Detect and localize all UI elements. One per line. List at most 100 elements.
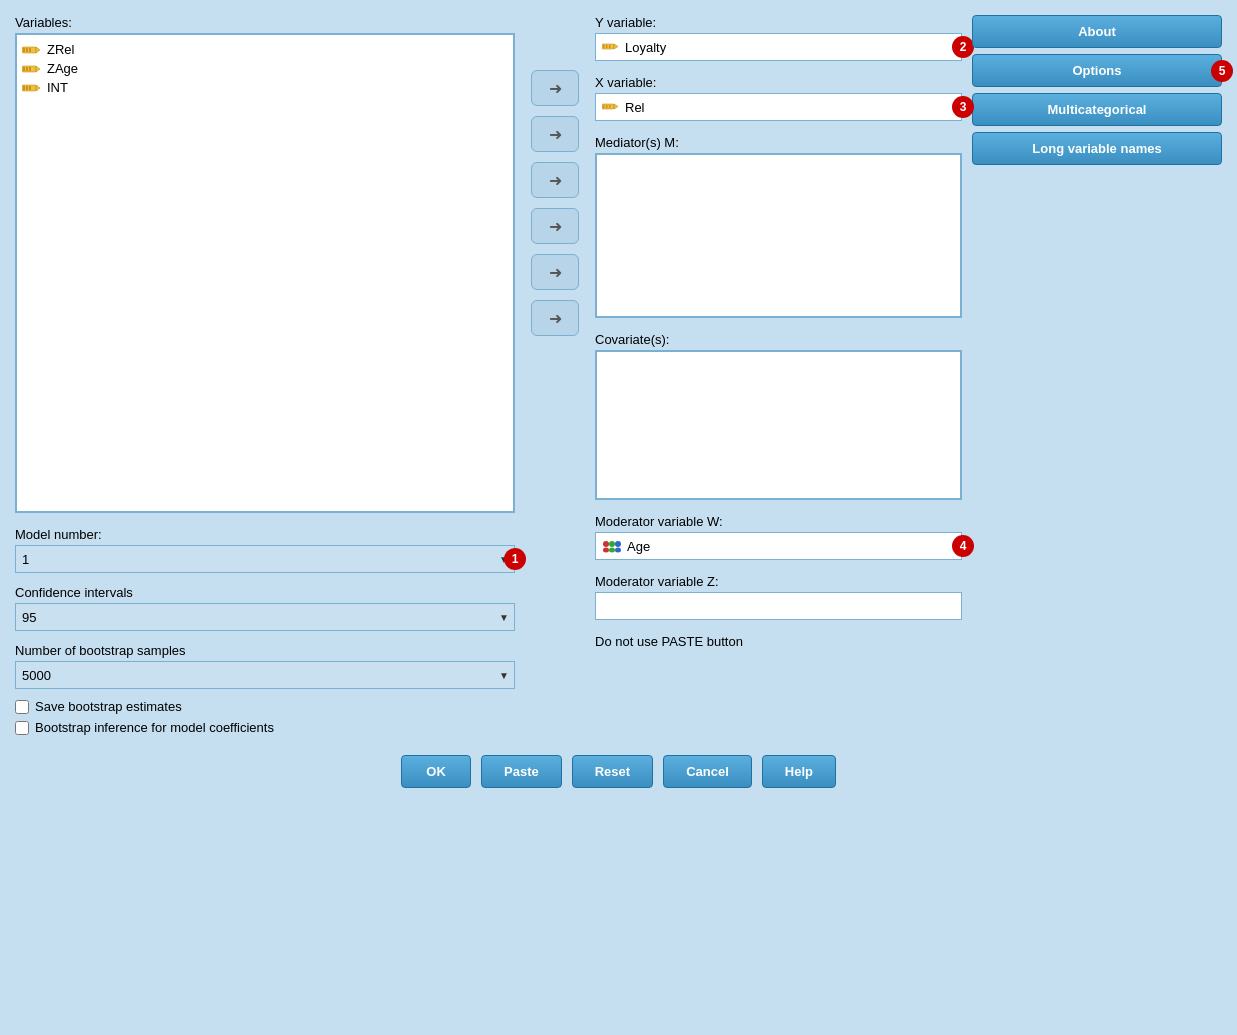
moderator-z-section: Moderator variable Z: xyxy=(595,574,962,620)
svg-rect-8 xyxy=(29,67,31,71)
svg-marker-24 xyxy=(614,104,618,109)
model-badge: 1 xyxy=(504,548,526,570)
bootstrap-inference-label: Bootstrap inference for model coefficien… xyxy=(35,720,274,735)
arrow-right-icon: ➜ xyxy=(549,125,562,144)
svg-point-28 xyxy=(609,548,615,553)
pencil-ruler-icon xyxy=(22,81,42,95)
svg-rect-3 xyxy=(29,48,31,52)
paste-note: Do not use PASTE button xyxy=(595,634,962,649)
arrow-m-button[interactable]: ➜ xyxy=(531,162,579,198)
moderator-w-section: Moderator variable W: Age xyxy=(595,514,962,560)
bootstrap-inference-row: Bootstrap inference for model coefficien… xyxy=(15,720,515,735)
moderator-w-field: Age xyxy=(595,532,962,560)
model-number-select[interactable]: 1234 5678 xyxy=(15,545,515,573)
about-button[interactable]: About xyxy=(972,15,1222,48)
svg-rect-18 xyxy=(609,45,611,48)
arrow-right-icon: ➜ xyxy=(549,263,562,282)
multicategorical-button[interactable]: Multicategorical xyxy=(972,93,1222,126)
mediator-label: Mediator(s) M: xyxy=(595,135,962,150)
far-right-panel: About Options 5 Multicategorical Long va… xyxy=(972,15,1222,735)
options-button[interactable]: Options xyxy=(972,54,1222,87)
variable-name: ZAge xyxy=(47,61,78,76)
svg-rect-17 xyxy=(606,45,608,48)
svg-rect-23 xyxy=(609,105,611,108)
arrow-right-icon: ➜ xyxy=(549,217,562,236)
svg-rect-16 xyxy=(603,45,605,48)
svg-rect-7 xyxy=(26,67,28,71)
covariate-listbox[interactable] xyxy=(595,350,962,500)
long-variable-names-button[interactable]: Long variable names xyxy=(972,132,1222,165)
left-panel: Variables: ZRel xyxy=(15,15,515,735)
arrow-z-button[interactable]: ➜ xyxy=(531,300,579,336)
covariate-section: Covariate(s): xyxy=(595,332,962,500)
svg-marker-14 xyxy=(36,85,40,91)
x-variable-section: X variable: Rel 3 xyxy=(595,75,962,121)
center-arrows-panel: ➜ ➜ ➜ ➜ ➜ ➜ xyxy=(525,15,585,735)
people-icon xyxy=(602,539,622,553)
reset-button[interactable]: Reset xyxy=(572,755,653,788)
ruler-icon-y xyxy=(602,40,620,54)
model-number-label: Model number: xyxy=(15,527,515,542)
svg-rect-13 xyxy=(29,86,31,90)
svg-rect-2 xyxy=(26,48,28,52)
confidence-select[interactable]: 909599 xyxy=(15,603,515,631)
svg-point-25 xyxy=(603,541,609,547)
list-item[interactable]: ZRel xyxy=(22,40,508,59)
moderator-w-label: Moderator variable W: xyxy=(595,514,962,529)
x-variable-value: Rel xyxy=(625,100,955,115)
covariate-label: Covariate(s): xyxy=(595,332,962,347)
paste-button[interactable]: Paste xyxy=(481,755,562,788)
bootstrap-inference-checkbox[interactable] xyxy=(15,721,29,735)
x-variable-field: Rel xyxy=(595,93,962,121)
save-bootstrap-checkbox[interactable] xyxy=(15,700,29,714)
moderator-z-label: Moderator variable Z: xyxy=(595,574,962,589)
variables-label: Variables: xyxy=(15,15,515,30)
svg-rect-12 xyxy=(26,86,28,90)
y-variable-value: Loyalty xyxy=(625,40,955,55)
y-variable-field: Loyalty xyxy=(595,33,962,61)
svg-rect-22 xyxy=(606,105,608,108)
y-badge: 2 xyxy=(952,36,974,58)
svg-rect-1 xyxy=(23,48,25,52)
svg-point-29 xyxy=(615,541,621,547)
arrow-x-button[interactable]: ➜ xyxy=(531,116,579,152)
arrow-cov-button[interactable]: ➜ xyxy=(531,208,579,244)
pencil-ruler-icon xyxy=(22,43,42,57)
confidence-label: Confidence intervals xyxy=(15,585,515,600)
ruler-icon-x xyxy=(602,100,620,114)
w-badge: 4 xyxy=(952,535,974,557)
pencil-ruler-icon xyxy=(22,62,42,76)
list-item[interactable]: INT xyxy=(22,78,508,97)
fields-panel: Y variable: Loyalty 2 xyxy=(595,15,962,735)
variable-name: ZRel xyxy=(47,42,74,57)
bootstrap-select[interactable]: 1000500010000 xyxy=(15,661,515,689)
x-variable-label: X variable: xyxy=(595,75,962,90)
svg-marker-4 xyxy=(36,47,40,53)
moderator-z-field xyxy=(595,592,962,620)
help-button[interactable]: Help xyxy=(762,755,836,788)
svg-point-30 xyxy=(615,548,621,553)
x-badge: 3 xyxy=(952,96,974,118)
arrow-w-button[interactable]: ➜ xyxy=(531,254,579,290)
save-bootstrap-label: Save bootstrap estimates xyxy=(35,699,182,714)
variable-name: INT xyxy=(47,80,68,95)
mediator-listbox[interactable] xyxy=(595,153,962,318)
save-bootstrap-row: Save bootstrap estimates xyxy=(15,699,515,714)
bootstrap-samples-label: Number of bootstrap samples xyxy=(15,643,515,658)
main-container: Variables: ZRel xyxy=(15,15,1222,735)
arrow-right-icon: ➜ xyxy=(549,79,562,98)
moderator-w-value: Age xyxy=(627,539,955,554)
svg-point-27 xyxy=(609,541,615,547)
options-btn-wrap: Options 5 xyxy=(972,54,1222,87)
list-item[interactable]: ZAge xyxy=(22,59,508,78)
svg-marker-19 xyxy=(614,44,618,49)
bottom-buttons: OK Paste Reset Cancel Help xyxy=(15,755,1222,788)
paste-note-text: Do not use PASTE button xyxy=(595,634,743,649)
cancel-button[interactable]: Cancel xyxy=(663,755,752,788)
mediator-section: Mediator(s) M: xyxy=(595,135,962,318)
variables-list: ZRel ZAge xyxy=(15,33,515,513)
right-section: Y variable: Loyalty 2 xyxy=(595,15,1222,735)
arrow-y-button[interactable]: ➜ xyxy=(531,70,579,106)
options-badge: 5 xyxy=(1211,60,1233,82)
ok-button[interactable]: OK xyxy=(401,755,471,788)
